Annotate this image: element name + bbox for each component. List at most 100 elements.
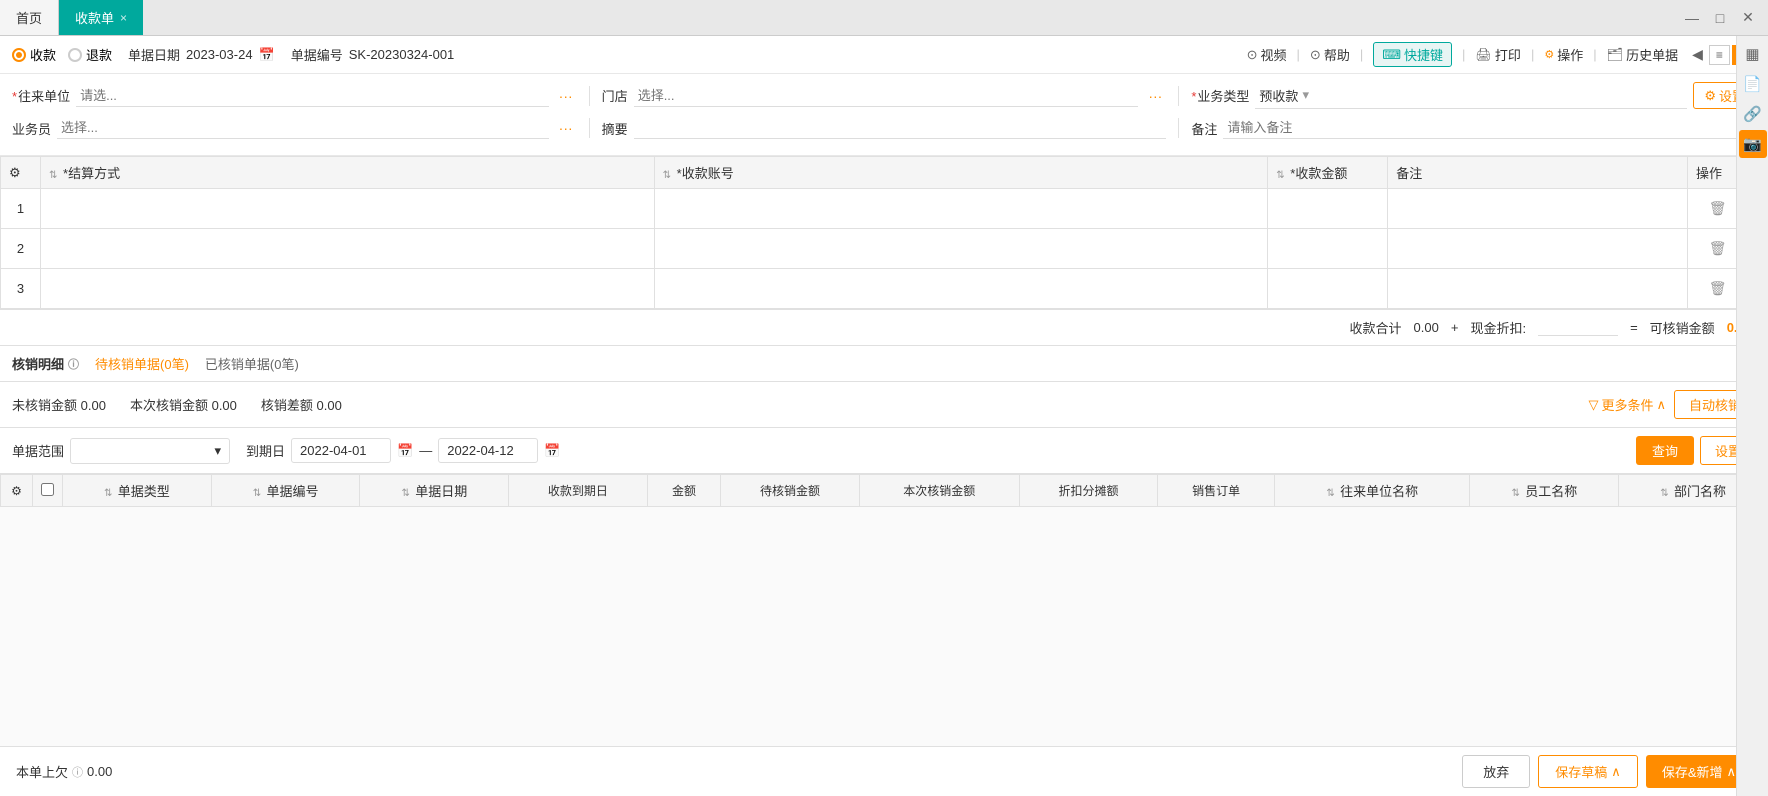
nav-prev[interactable]: ◀	[1688, 44, 1707, 65]
history-action[interactable]: 🗂 历史单据	[1607, 45, 1679, 64]
range-label: 单据范围	[12, 441, 64, 460]
business-type-select[interactable]: 预收款 ▾	[1255, 83, 1687, 109]
shortcut-action[interactable]: ⌨ 快捷键	[1373, 42, 1452, 67]
col-gear[interactable]: ⚙	[1, 157, 41, 189]
row-2-settlement[interactable]	[41, 229, 655, 269]
discount-label: 现金折扣:	[1470, 318, 1526, 337]
more-conditions-btn[interactable]: ▽ 更多条件 ∧	[1588, 395, 1666, 414]
cal-to-icon[interactable]: 📅	[544, 443, 560, 459]
row-1-settlement[interactable]	[41, 189, 655, 229]
date-to-input[interactable]	[438, 438, 538, 463]
video-icon: ⊙	[1247, 47, 1258, 63]
current-label: 本次核销金额	[130, 398, 208, 413]
form-row-1: *往来单位 ··· 门店 ··· *业务类型 预收款 ▾	[12, 82, 1756, 109]
counterparty-input[interactable]	[76, 85, 549, 107]
history-icon: 🗂	[1607, 47, 1624, 63]
form-row-2: 业务员 ··· 摘要 备注	[12, 117, 1756, 139]
row-1-note[interactable]	[1388, 189, 1688, 229]
row-2-amount[interactable]	[1268, 229, 1388, 269]
footer: 本单上欠 ⓘ 0.00 放弃 保存草稿 ∧ 保存&新增 ∧	[0, 746, 1768, 796]
receipt-type-group: 收款 退款	[12, 45, 112, 64]
tab-home[interactable]: 首页	[0, 0, 59, 35]
help-action[interactable]: ⊙ 帮助	[1310, 45, 1350, 64]
col-settlement: ⇅ *结算方式	[41, 157, 655, 189]
radio-refund[interactable]: 退款	[68, 45, 112, 64]
store-field: 门店 ···	[602, 85, 1167, 107]
tab-done[interactable]: 已核销单据(0笔)	[205, 354, 299, 373]
shortcut-icon: ⌨	[1382, 47, 1401, 63]
row-3-amount[interactable]	[1268, 269, 1388, 309]
verify-right-actions: ▽ 更多条件 ∧ 自动核销	[1588, 390, 1756, 419]
operation-action[interactable]: ⚙ 操作	[1544, 45, 1583, 64]
save-draft-button[interactable]: 保存草稿 ∧	[1538, 755, 1638, 788]
date-from-input[interactable]	[291, 438, 391, 463]
tab-receipt[interactable]: 收款单 ×	[59, 0, 143, 35]
row-3-delete[interactable]: 🗑	[1709, 280, 1727, 296]
view-list[interactable]: ≡	[1709, 45, 1730, 65]
row-3-account[interactable]	[654, 269, 1268, 309]
row-2-num: 2	[1, 229, 41, 269]
video-label: 视频	[1261, 45, 1287, 64]
table-row: 1 🗑 ⧉	[1, 189, 1768, 229]
radio-receipt[interactable]: 收款	[12, 45, 56, 64]
salesperson-input[interactable]	[57, 117, 549, 139]
row-2-note[interactable]	[1388, 229, 1688, 269]
chevron-down-icon: ▾	[1302, 87, 1309, 103]
discard-button[interactable]: 放弃	[1462, 755, 1530, 788]
bot-col-amount: 金额	[647, 475, 721, 507]
total-value: 0.00	[1414, 320, 1439, 335]
verify-info-icon[interactable]: ⓘ	[68, 356, 79, 372]
row-3-settlement[interactable]	[41, 269, 655, 309]
row-1-account[interactable]	[654, 189, 1268, 229]
counterparty-more[interactable]: ···	[555, 88, 577, 104]
bot-col-gear[interactable]: ⚙	[1, 475, 33, 507]
note-input[interactable]	[1223, 117, 1756, 139]
bot-col-doc-date: ⇅ 单据日期	[360, 475, 509, 507]
row-1-amount[interactable]	[1268, 189, 1388, 229]
tab-receipt-label: 收款单	[75, 8, 114, 27]
sidebar-camera-icon[interactable]: 📷	[1739, 130, 1767, 158]
close-btn[interactable]: ✕	[1738, 8, 1758, 28]
date-value: 2023-03-24	[186, 47, 253, 62]
maximize-btn[interactable]: □	[1710, 8, 1730, 28]
filter-icon: ▽	[1588, 397, 1598, 413]
summary-input[interactable]	[634, 117, 1167, 139]
business-type-value: 预收款	[1259, 86, 1298, 105]
business-type-field: *业务类型 预收款 ▾ ⚙ 设置	[1191, 82, 1756, 109]
row-1-delete[interactable]: 🗑	[1709, 200, 1727, 216]
video-action[interactable]: ⊙ 视频	[1247, 45, 1287, 64]
discount-input[interactable]	[1538, 320, 1618, 336]
store-input[interactable]	[634, 85, 1139, 107]
bot-col-current: 本次核销金额	[859, 475, 1019, 507]
row-3-note[interactable]	[1388, 269, 1688, 309]
balance-label: 本单上欠	[16, 762, 68, 781]
minimize-btn[interactable]: —	[1682, 8, 1702, 28]
col-amount: ⇅ *收款金额	[1268, 157, 1388, 189]
salesperson-more[interactable]: ···	[555, 120, 577, 136]
shortcut-label: 快捷键	[1404, 45, 1443, 64]
range-select[interactable]: ▾	[70, 438, 230, 464]
store-more[interactable]: ···	[1144, 88, 1166, 104]
row-2-account[interactable]	[654, 229, 1268, 269]
row-2-delete[interactable]: 🗑	[1709, 240, 1727, 256]
cal-from-icon[interactable]: 📅	[397, 443, 413, 459]
select-all-checkbox[interactable]	[41, 483, 54, 496]
counterparty-label: *往来单位	[12, 86, 70, 105]
tab-close-btn[interactable]: ×	[120, 11, 127, 25]
counterparty-field: *往来单位 ···	[12, 85, 577, 107]
sidebar-link-icon[interactable]: 🔗	[1739, 100, 1767, 128]
tab-pending[interactable]: 待核销单据(0笔)	[95, 354, 189, 373]
print-action[interactable]: 🖨 打印	[1475, 45, 1521, 64]
balance-info-icon[interactable]: ⓘ	[72, 764, 83, 780]
doc-number-field: 单据编号 SK-20230324-001	[291, 45, 455, 64]
sidebar-doc-icon[interactable]: 📄	[1739, 70, 1767, 98]
col-account: ⇅ *收款账号	[654, 157, 1268, 189]
date-calendar-icon[interactable]: 📅	[259, 47, 275, 63]
doc-number-value: SK-20230324-001	[349, 47, 455, 62]
query-btn[interactable]: 查询	[1636, 436, 1694, 465]
range-filter: 单据范围 ▾	[12, 438, 230, 464]
salesperson-label: 业务员	[12, 119, 51, 138]
bot-col-discount: 折扣分摊额	[1019, 475, 1157, 507]
save-draft-chevron: ∧	[1611, 764, 1621, 780]
sidebar-table-icon[interactable]: ▦	[1739, 40, 1767, 68]
